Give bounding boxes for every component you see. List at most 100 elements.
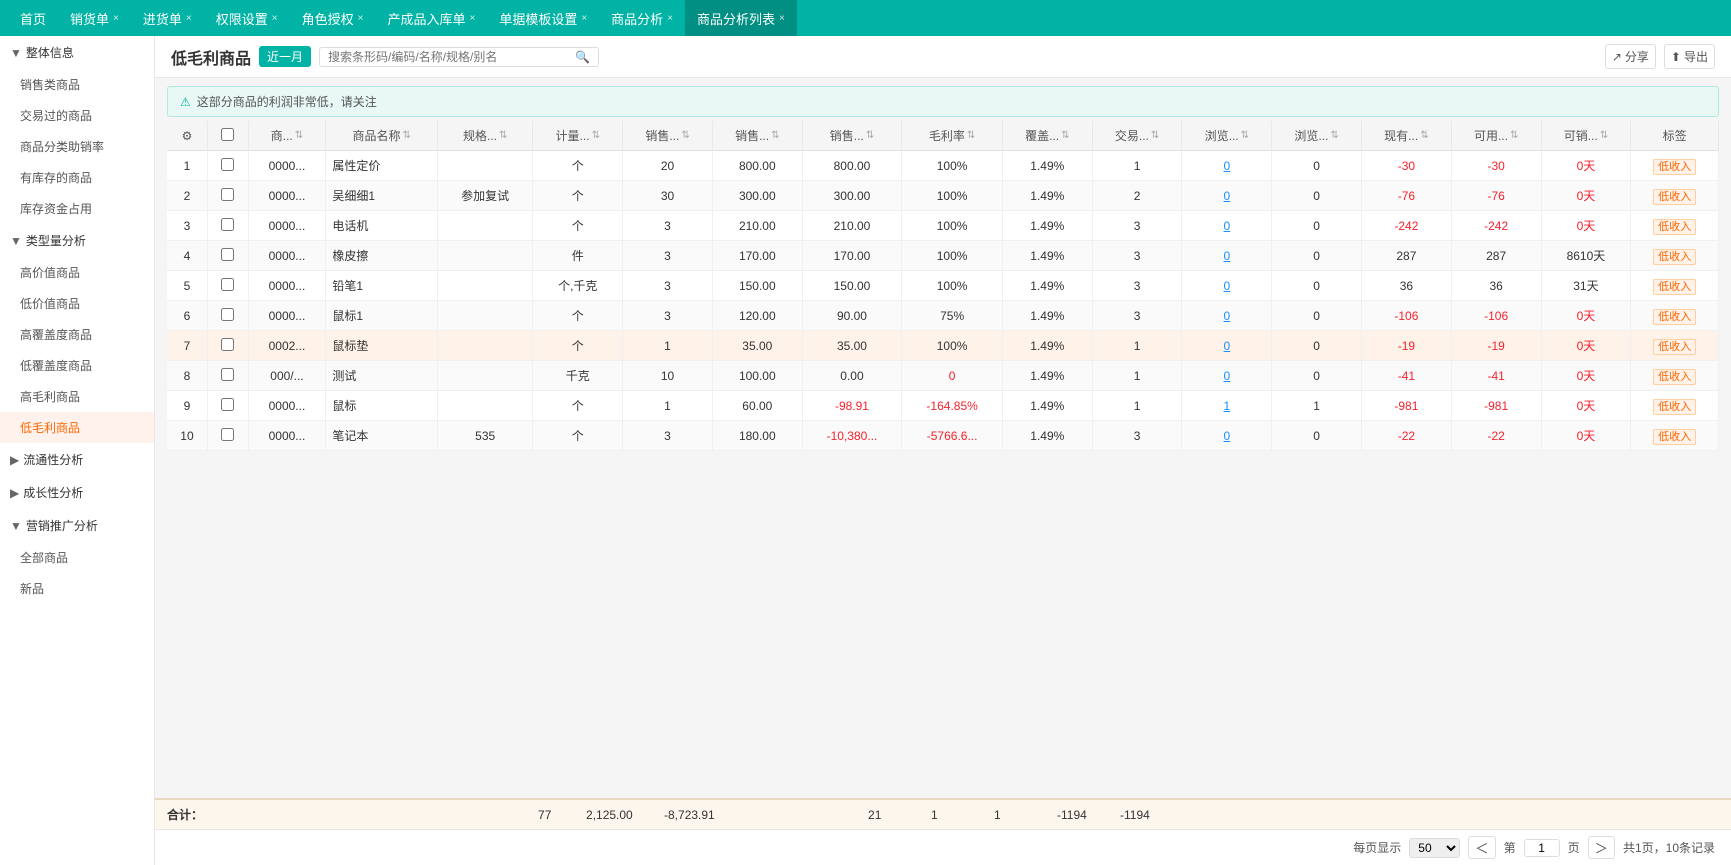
sort-icon[interactable]: ⇅	[1241, 130, 1249, 141]
row-browse1[interactable]: 1	[1182, 391, 1272, 421]
row-checkbox-cell[interactable]	[207, 241, 248, 271]
sort-icon[interactable]: ⇅	[967, 130, 975, 141]
sort-icon[interactable]: ⇅	[295, 130, 303, 141]
export-button[interactable]: ⬆ 导出	[1664, 44, 1715, 69]
row-browse1[interactable]: 0	[1182, 211, 1272, 241]
row-browse1[interactable]: 0	[1182, 301, 1272, 331]
nav-product-analysis-list[interactable]: 商品分析列表 ×	[685, 0, 797, 36]
close-icon[interactable]: ×	[779, 13, 785, 24]
sidebar-item-all-products[interactable]: 全部商品	[0, 542, 154, 573]
row-checkbox[interactable]	[221, 338, 234, 351]
sidebar-item-in-stock[interactable]: 有库存的商品	[0, 162, 154, 193]
next-page-button[interactable]: ＞	[1588, 836, 1615, 859]
row-checkbox[interactable]	[221, 308, 234, 321]
sort-icon[interactable]: ⇅	[1151, 130, 1159, 141]
row-checkbox[interactable]	[221, 398, 234, 411]
date-filter-button[interactable]: 近一月	[259, 46, 311, 67]
sidebar-group-type-analysis[interactable]: ▼ 类型量分析	[0, 224, 154, 257]
sort-icon[interactable]: ⇅	[771, 130, 779, 141]
close-icon[interactable]: ×	[272, 13, 278, 24]
close-icon[interactable]: ×	[358, 13, 364, 24]
row-checkbox-cell[interactable]	[207, 331, 248, 361]
row-checkbox-cell[interactable]	[207, 211, 248, 241]
sidebar-group-circulation[interactable]: ▶ 流通性分析	[0, 443, 154, 476]
sidebar-item-traded-products[interactable]: 交易过的商品	[0, 100, 154, 131]
sidebar-item-new-products[interactable]: 新品	[0, 573, 154, 604]
row-browse1[interactable]: 0	[1182, 271, 1272, 301]
sidebar-group-marketing[interactable]: ▼ 营销推广分析	[0, 509, 154, 542]
row-checkbox[interactable]	[221, 218, 234, 231]
col-settings[interactable]: ⚙	[167, 121, 207, 151]
sort-icon[interactable]: ⇅	[592, 130, 600, 141]
close-icon[interactable]: ×	[581, 13, 587, 24]
table-container[interactable]: ⚙ 商...⇅ 商品名称⇅ 规格...⇅ 计量...⇅ 销售...⇅ 销售...…	[155, 121, 1731, 798]
row-browse1[interactable]: 0	[1182, 361, 1272, 391]
sort-icon[interactable]: ⇅	[1330, 130, 1338, 141]
search-icon[interactable]: 🔍	[575, 50, 590, 64]
sidebar-item-category-rate[interactable]: 商品分类助销率	[0, 131, 154, 162]
sort-icon[interactable]: ⇅	[499, 130, 507, 141]
row-checkbox-cell[interactable]	[207, 391, 248, 421]
share-button[interactable]: ↗ 分享	[1605, 44, 1656, 69]
row-checkbox-cell[interactable]	[207, 151, 248, 181]
row-transaction: 3	[1092, 421, 1182, 451]
sort-icon[interactable]: ⇅	[1420, 130, 1428, 141]
row-checkbox[interactable]	[221, 368, 234, 381]
sidebar-item-capital-usage[interactable]: 库存资金占用	[0, 193, 154, 224]
nav-home[interactable]: 首页	[8, 0, 58, 36]
row-checkbox-cell[interactable]	[207, 421, 248, 451]
row-browse1[interactable]: 0	[1182, 151, 1272, 181]
sort-icon[interactable]: ⇅	[402, 130, 410, 141]
sidebar-item-high-margin[interactable]: 高毛利商品	[0, 381, 154, 412]
row-checkbox-cell[interactable]	[207, 361, 248, 391]
select-all-checkbox[interactable]	[221, 128, 234, 141]
search-input[interactable]	[328, 50, 571, 64]
per-page-select[interactable]: 50 100 200	[1409, 838, 1460, 858]
row-checkbox[interactable]	[221, 188, 234, 201]
sort-icon[interactable]: ⇅	[1061, 130, 1069, 141]
close-icon[interactable]: ×	[186, 13, 192, 24]
row-spec	[437, 271, 532, 301]
sort-icon[interactable]: ⇅	[866, 130, 874, 141]
row-browse1[interactable]: 0	[1182, 241, 1272, 271]
close-icon[interactable]: ×	[113, 13, 119, 24]
sidebar-item-low-coverage[interactable]: 低覆盖度商品	[0, 350, 154, 381]
sort-icon[interactable]: ⇅	[1510, 130, 1518, 141]
row-name: 属性定价	[326, 151, 438, 181]
nav-role-auth[interactable]: 角色授权 ×	[290, 0, 376, 36]
col-checkbox[interactable]	[207, 121, 248, 151]
close-icon[interactable]: ×	[667, 13, 673, 24]
settings-icon[interactable]: ⚙	[182, 129, 193, 143]
sidebar-item-sales-products[interactable]: 销售类商品	[0, 69, 154, 100]
row-checkbox-cell[interactable]	[207, 181, 248, 211]
row-browse1[interactable]: 0	[1182, 421, 1272, 451]
page-number-input[interactable]	[1524, 839, 1560, 857]
row-sales-amount: 150.00	[802, 271, 902, 301]
row-checkbox[interactable]	[221, 248, 234, 261]
sidebar-group-overall[interactable]: ▼ 整体信息	[0, 36, 154, 69]
sidebar-group-growth[interactable]: ▶ 成长性分析	[0, 476, 154, 509]
row-sales-price: 800.00	[712, 151, 802, 181]
sidebar-item-low-value[interactable]: 低价值商品	[0, 288, 154, 319]
row-checkbox[interactable]	[221, 158, 234, 171]
sort-icon[interactable]: ⇅	[1600, 130, 1608, 141]
sidebar-item-low-margin[interactable]: 低毛利商品	[0, 412, 154, 443]
row-sales-qty: 3	[623, 241, 713, 271]
nav-purchase-order[interactable]: 进货单 ×	[131, 0, 204, 36]
row-checkbox-cell[interactable]	[207, 301, 248, 331]
nav-product-entry[interactable]: 产成品入库单 ×	[375, 0, 487, 36]
nav-product-analysis[interactable]: 商品分析 ×	[599, 0, 685, 36]
nav-template-settings[interactable]: 单据模板设置 ×	[487, 0, 599, 36]
sidebar-item-high-coverage[interactable]: 高覆盖度商品	[0, 319, 154, 350]
prev-page-button[interactable]: ＜	[1468, 836, 1495, 859]
nav-permission[interactable]: 权限设置 ×	[204, 0, 290, 36]
row-browse1[interactable]: 0	[1182, 331, 1272, 361]
row-checkbox[interactable]	[221, 278, 234, 291]
sort-icon[interactable]: ⇅	[681, 130, 689, 141]
row-browse1[interactable]: 0	[1182, 181, 1272, 211]
row-checkbox-cell[interactable]	[207, 271, 248, 301]
row-checkbox[interactable]	[221, 428, 234, 441]
sidebar-item-high-value[interactable]: 高价值商品	[0, 257, 154, 288]
close-icon[interactable]: ×	[469, 13, 475, 24]
nav-sales-order[interactable]: 销货单 ×	[58, 0, 131, 36]
